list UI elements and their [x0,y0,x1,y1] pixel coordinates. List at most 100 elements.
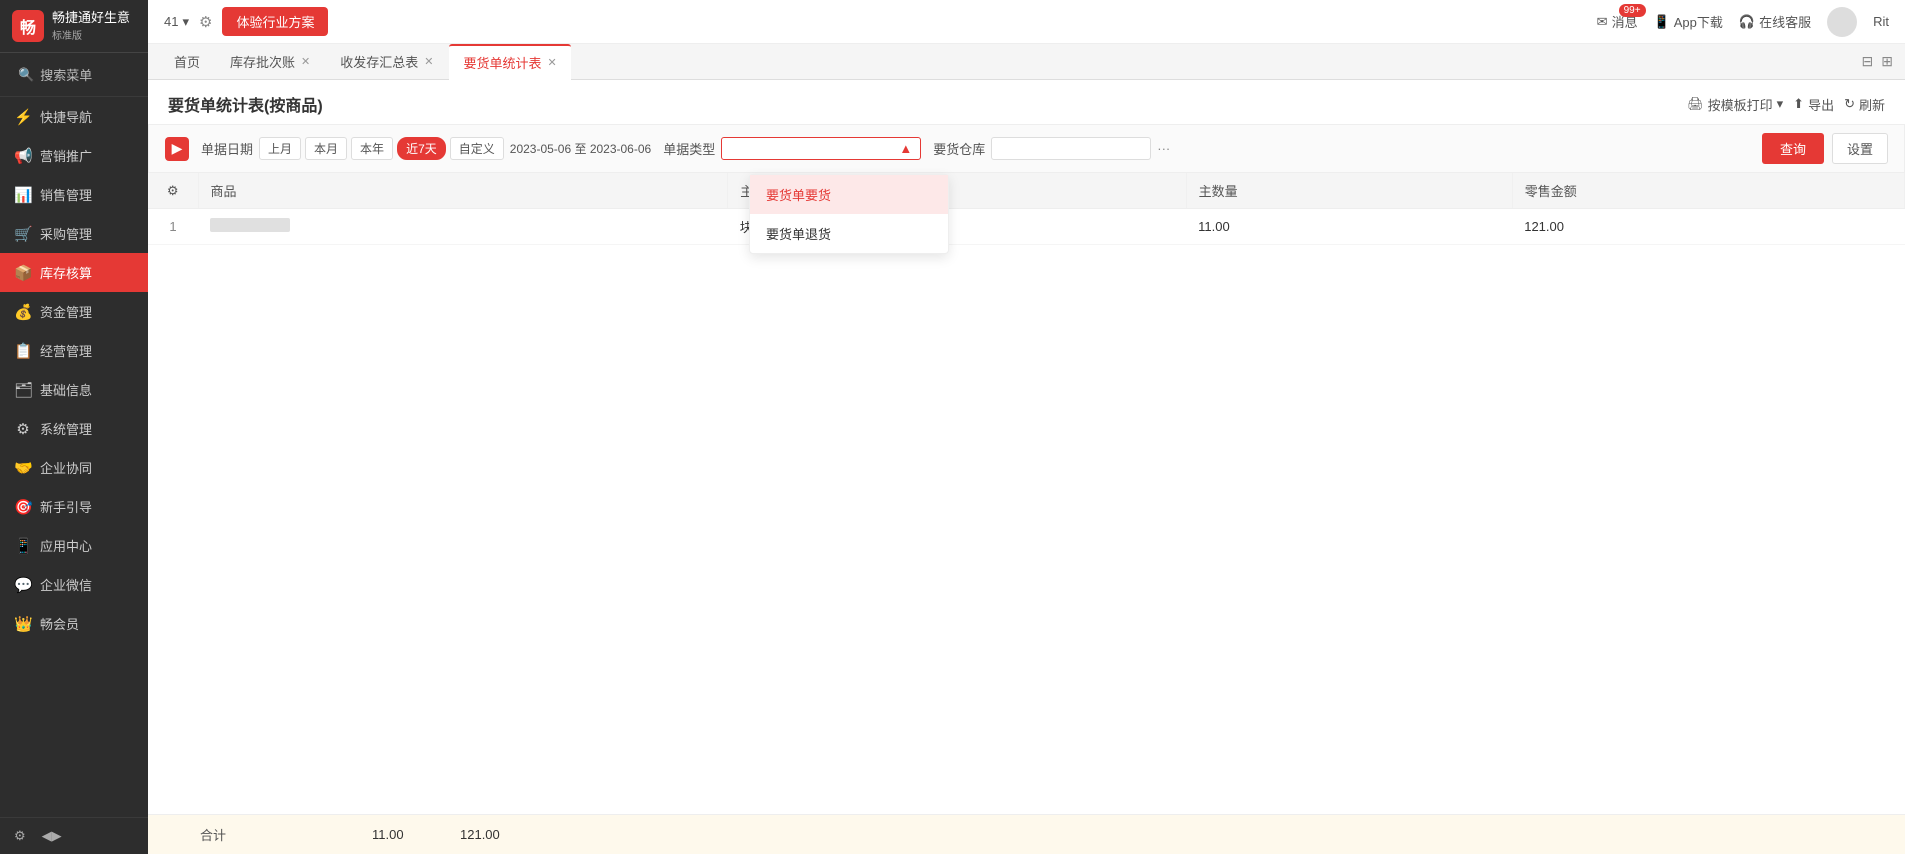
topbar-gear-icon[interactable]: ⚙ [199,13,212,31]
service-icon: 🎧 [1739,14,1755,30]
sidebar-item-label: 采购管理 [40,224,92,243]
footer-retail-amount: 121.00 [440,827,520,842]
sidebar-nav: ⚡ 快捷导航 📢 营销推广 📊 销售管理 🛒 采购管理 📦 库存核算 💰 资金管… [0,97,148,817]
export-button[interactable]: ⬆ 导出 [1793,95,1834,114]
sidebar-item-enterprise[interactable]: 🤝 企业协同 [0,448,148,487]
quicknav-icon: ⚡ [14,108,32,126]
sidebar-item-appstore[interactable]: 📱 应用中心 [0,526,148,565]
date-btn-last-month[interactable]: 上月 [259,137,301,160]
store-selector[interactable]: 41 ▾ [164,14,189,30]
sidebar-item-quicknav[interactable]: ⚡ 快捷导航 [0,97,148,136]
warehouse-more-icon[interactable]: ··· [1157,141,1170,156]
date-btn-this-year[interactable]: 本年 [351,137,393,160]
marketing-icon: 📢 [14,147,32,165]
footer-label: 合计 [160,825,360,844]
sidebar-item-system[interactable]: ⚙ 系统管理 [0,409,148,448]
query-button[interactable]: 查询 [1762,133,1824,164]
user-avatar[interactable] [1827,7,1857,37]
enterprise-icon: 🤝 [14,459,32,477]
tab-expand-icon[interactable]: ⊞ [1881,53,1893,70]
dropdown-item-requisition[interactable]: 要货单要货 [750,175,948,214]
sidebar-item-sales[interactable]: 📊 销售管理 [0,175,148,214]
wechat-icon: 💬 [14,576,32,594]
tab-requisition-label: 要货单统计表 [463,53,541,72]
filter-bar: ▶ 单据日期 上月 本月 本年 近7天 自定义 2023-05-06 至 202… [148,124,1905,173]
date-filter-group: 单据日期 上月 本月 本年 近7天 自定义 2023-05-06 至 2023-… [201,137,651,160]
page-title: 要货单统计表(按商品) [168,92,323,116]
purchase-icon: 🛒 [14,225,32,243]
sidebar-item-finance[interactable]: 💰 资金管理 [0,292,148,331]
cell-main-qty: 11.00 [1186,209,1512,245]
tab-summary[interactable]: 收发存汇总表 ✕ [326,44,447,80]
refresh-icon: ↻ [1844,96,1855,112]
sidebar-item-purchase[interactable]: 🛒 采购管理 [0,214,148,253]
tab-home[interactable]: 首页 [160,44,214,80]
sidebar-item-label: 应用中心 [40,536,92,555]
sidebar-item-member[interactable]: 👑 畅会员 [0,604,148,643]
content-area: 要货单统计表(按商品) 🖨 按模板打印 ▾ ⬆ 导出 ↻ 刷新 ▶ [148,80,1905,854]
sidebar-item-marketing[interactable]: 📢 营销推广 [0,136,148,175]
dropdown-item-return[interactable]: 要货单退货 [750,214,948,253]
settings-button[interactable]: 设置 [1832,133,1888,164]
sidebar-item-guide[interactable]: 🎯 新手引导 [0,487,148,526]
member-icon: 👑 [14,615,32,633]
messages-button[interactable]: ✉ 消息 99+ [1597,12,1638,31]
search-label: 搜索菜单 [40,65,92,84]
sidebar-item-label: 资金管理 [40,302,92,321]
sidebar-item-label: 企业协同 [40,458,92,477]
messages-badge: 99+ [1619,4,1646,17]
search-menu-button[interactable]: 🔍 搜索菜单 [10,61,138,88]
table-row: 1 块 11.00 121.00 [148,209,1905,245]
collapse-sidebar-button[interactable]: ◀▶ [42,828,62,844]
finance-icon: 💰 [14,303,32,321]
tab-summary-close[interactable]: ✕ [424,55,433,68]
logo-title: 畅捷通好生意 [52,10,130,27]
export-icon: ⬆ [1793,96,1804,112]
refresh-button[interactable]: ↻ 刷新 [1844,95,1885,114]
date-filter-label: 单据日期 [201,139,253,158]
store-dropdown-icon: ▾ [182,14,189,30]
tab-requisition-close[interactable]: ✕ [548,56,557,69]
topbar: 41 ▾ ⚙ 体验行业方案 ✉ 消息 99+ 📱 App下载 🎧 在线客服 Ri… [148,0,1905,44]
tab-requisition[interactable]: 要货单统计表 ✕ [449,44,570,80]
col-settings[interactable]: ⚙ [148,173,198,209]
sidebar-item-label: 销售管理 [40,185,92,204]
date-btn-this-month[interactable]: 本月 [305,137,347,160]
search-icon: 🔍 [18,67,34,83]
table-footer: 合计 11.00 121.00 [148,814,1905,854]
template-print-button[interactable]: 🖨 按模板打印 ▾ [1687,95,1783,114]
printer-icon: 🖨 [1687,96,1704,112]
trial-button[interactable]: 体验行业方案 [222,7,328,36]
tab-batch-close[interactable]: ✕ [301,55,310,68]
sidebar-bottom: ⚙ ◀▶ [0,817,148,854]
service-label: 在线客服 [1759,12,1811,31]
filter-expand-button[interactable]: ▶ [165,137,189,161]
type-dropdown-arrow: ▲ [899,141,912,156]
sidebar-item-inventory[interactable]: 📦 库存核算 [0,253,148,292]
settings-bottom-icon[interactable]: ⚙ [14,828,26,844]
date-filter-buttons: 上月 本月 本年 近7天 自定义 [259,137,504,160]
table-header-row: ⚙ 商品 主计量单位 主数量 零售金额 [148,173,1905,209]
refresh-label: 刷新 [1859,95,1885,114]
template-print-label: 按模板打印 [1708,95,1773,114]
sidebar-item-operations[interactable]: 📋 经营管理 [0,331,148,370]
cell-product [198,209,728,245]
warehouse-filter-input[interactable] [991,137,1151,160]
date-btn-custom[interactable]: 自定义 [450,137,504,160]
col-retail-amount: 零售金额 [1512,173,1904,209]
app-download-button[interactable]: 📱 App下载 [1654,12,1723,31]
type-filter-dropdown[interactable]: ▲ [721,137,921,160]
sidebar-item-wechat[interactable]: 💬 企业微信 [0,565,148,604]
store-num: 41 [164,14,178,29]
table-container: ⚙ 商品 主计量单位 主数量 零售金额 1 块 11.00 [148,173,1905,814]
online-service-button[interactable]: 🎧 在线客服 [1739,12,1811,31]
sidebar-item-base[interactable]: 🗂 基础信息 [0,370,148,409]
tab-batch[interactable]: 库存批次账 ✕ [216,44,324,80]
tab-bar: 首页 库存批次账 ✕ 收发存汇总表 ✕ 要货单统计表 ✕ ⊟ ⊞ [148,44,1905,80]
date-btn-recent7[interactable]: 近7天 [397,137,446,160]
warehouse-filter-label: 要货仓库 [933,139,985,158]
topbar-right: ✉ 消息 99+ 📱 App下载 🎧 在线客服 Rit [1597,7,1889,37]
tab-restore-icon[interactable]: ⊟ [1862,53,1874,70]
tab-home-label: 首页 [174,52,200,71]
sales-icon: 📊 [14,186,32,204]
